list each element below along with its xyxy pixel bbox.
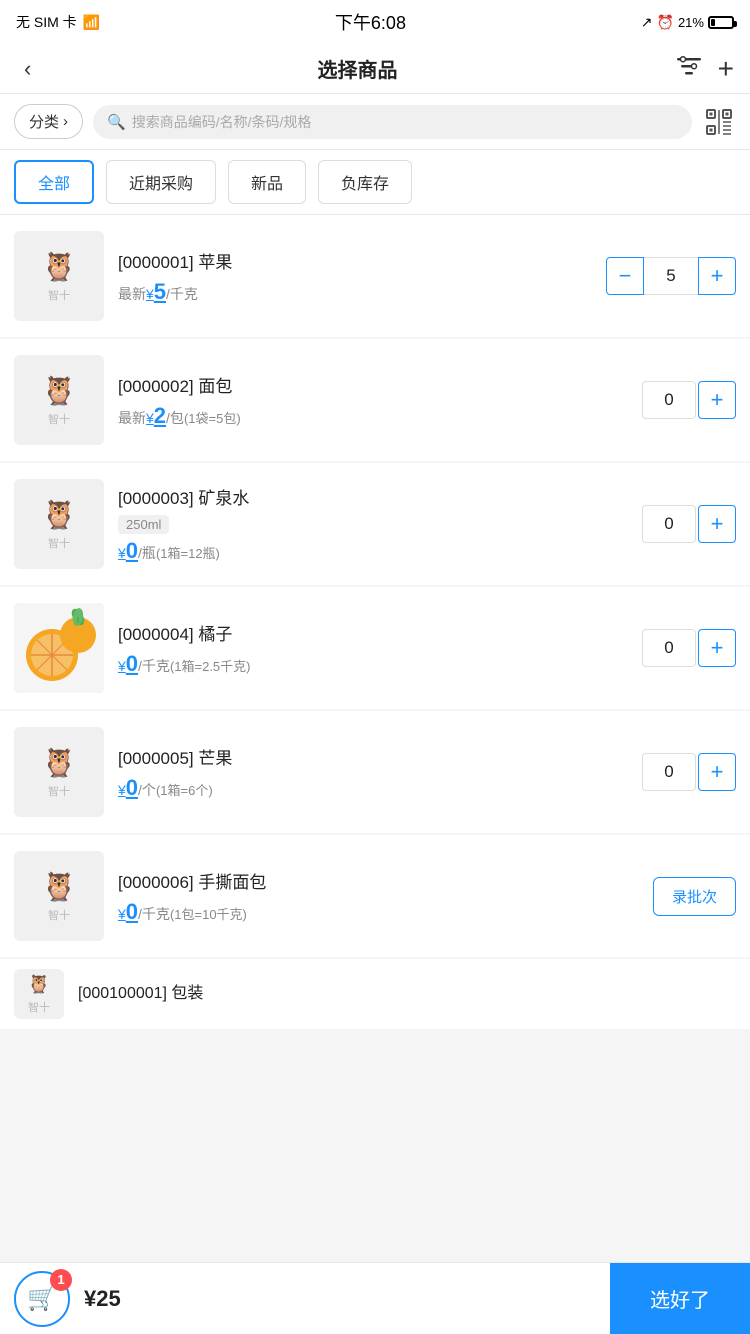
product-info: [0000001] 苹果 最新 ¥ 5 /千克 <box>118 248 592 305</box>
placeholder-icon: 🦉 <box>42 746 77 779</box>
product-thumbnail: 🦉 智十 <box>14 231 104 321</box>
product-name: [0000001] 苹果 <box>118 248 592 273</box>
quantity-input[interactable] <box>642 753 696 791</box>
quantity-increase-button[interactable]: + <box>698 629 736 667</box>
quantity-control: − + <box>606 257 736 295</box>
scan-icon[interactable] <box>702 105 736 139</box>
quantity-increase-button[interactable]: + <box>698 257 736 295</box>
product-thumbnail: 🦉 智十 <box>14 969 64 1019</box>
product-thumbnail <box>14 603 104 693</box>
quantity-control: 录批次 <box>653 877 736 916</box>
quantity-input[interactable] <box>644 257 698 295</box>
tab-bar: 全部 近期采购 新品 负库存 <box>0 150 750 215</box>
quantity-increase-button[interactable]: + <box>698 505 736 543</box>
product-name: [0000004] 橘子 <box>118 620 628 645</box>
product-thumbnail: 🦉 智十 <box>14 479 104 569</box>
product-thumbnail: 🦉 智十 <box>14 355 104 445</box>
status-bar: 无 SIM 卡 📶 下午6:08 ↗ ⏰ 21% <box>0 0 750 44</box>
product-info: [0000006] 手撕面包 ¥ 0 /千克 (1包=10千克) <box>118 868 639 925</box>
product-name: [0000003] 矿泉水 <box>118 484 628 509</box>
category-button[interactable]: 分类 › <box>14 104 83 139</box>
list-item: 🦉 智十 [0000005] 芒果 ¥ 0 /个 (1箱=6个) + <box>0 711 750 833</box>
quantity-control: + <box>642 629 736 667</box>
product-info: [0000003] 矿泉水 250ml ¥ 0 /瓶 (1箱=12瓶) <box>118 484 628 564</box>
product-price: ¥ 0 /千克 (1包=10千克) <box>118 899 639 925</box>
product-spec: 250ml <box>118 515 169 534</box>
quantity-input[interactable] <box>642 505 696 543</box>
status-right: ↗ ⏰ 21% <box>641 14 734 31</box>
product-price: 最新 ¥ 2 /包 (1袋=5包) <box>118 403 628 429</box>
placeholder-icon: 🦉 <box>42 870 77 903</box>
chevron-right-icon: › <box>63 113 68 130</box>
product-name: [000100001] 包装 <box>78 979 736 1003</box>
alarm-icon: ⏰ <box>657 14 674 31</box>
tab-new[interactable]: 新品 <box>228 160 306 204</box>
product-price: 最新 ¥ 5 /千克 <box>118 279 592 305</box>
search-input-wrap[interactable]: 🔍 搜索商品编码/名称/条码/规格 <box>93 105 692 139</box>
status-carrier: 无 SIM 卡 📶 <box>16 12 100 32</box>
product-price: ¥ 0 /个 (1箱=6个) <box>118 775 628 801</box>
list-item: 🦉 智十 [0000002] 面包 最新 ¥ 2 /包 (1袋=5包) + <box>0 339 750 461</box>
nav-bar: ‹ 选择商品 + <box>0 44 750 94</box>
placeholder-icon: 🦉 <box>42 498 77 531</box>
product-name: [0000006] 手撕面包 <box>118 868 639 893</box>
product-info: [0000005] 芒果 ¥ 0 /个 (1箱=6个) <box>118 744 628 801</box>
product-info: [0000004] 橘子 ¥ 0 /千克 (1箱=2.5千克) <box>118 620 628 677</box>
product-info: [0000002] 面包 最新 ¥ 2 /包 (1袋=5包) <box>118 372 628 429</box>
wifi-icon: 📶 <box>83 14 100 31</box>
product-thumbnail: 🦉 智十 <box>14 727 104 817</box>
list-item: [0000004] 橘子 ¥ 0 /千克 (1箱=2.5千克) + <box>0 587 750 709</box>
quantity-increase-button[interactable]: + <box>698 753 736 791</box>
filter-bar: 分类 › 🔍 搜索商品编码/名称/条码/规格 <box>0 94 750 150</box>
quantity-control: + <box>642 381 736 419</box>
nav-actions: + <box>676 55 734 83</box>
batch-record-button[interactable]: 录批次 <box>653 877 736 916</box>
total-price: ¥25 <box>84 1286 610 1312</box>
tab-all[interactable]: 全部 <box>14 160 94 204</box>
back-button[interactable]: ‹ <box>16 48 39 90</box>
quantity-control: + <box>642 753 736 791</box>
quantity-control: + <box>642 505 736 543</box>
search-input[interactable]: 搜索商品编码/名称/条码/规格 <box>132 112 312 132</box>
product-price: ¥ 0 /瓶 (1箱=12瓶) <box>118 538 628 564</box>
bottom-bar: 🛒 1 ¥25 选好了 <box>0 1262 750 1334</box>
cart-button[interactable]: 🛒 1 <box>14 1271 70 1327</box>
status-time: 下午6:08 <box>335 9 406 35</box>
quantity-input[interactable] <box>642 629 696 667</box>
quantity-input[interactable] <box>642 381 696 419</box>
product-list: 🦉 智十 [0000001] 苹果 最新 ¥ 5 /千克 − + 🦉 智十 <box>0 215 750 1029</box>
battery-icon <box>708 16 734 29</box>
confirm-button[interactable]: 选好了 <box>610 1263 750 1334</box>
product-info: [000100001] 包装 <box>78 979 736 1009</box>
list-item: 🦉 智十 [0000006] 手撕面包 ¥ 0 /千克 (1包=10千克) 录批… <box>0 835 750 957</box>
list-item: 🦉 智十 [000100001] 包装 <box>0 959 750 1029</box>
placeholder-icon: 🦉 <box>42 374 77 407</box>
search-icon: 🔍 <box>107 113 126 131</box>
location-icon: ↗ <box>641 14 653 31</box>
list-item: 🦉 智十 [0000003] 矿泉水 250ml ¥ 0 /瓶 (1箱=12瓶)… <box>0 463 750 585</box>
page-title: 选择商品 <box>317 54 397 83</box>
list-item: 🦉 智十 [0000001] 苹果 最新 ¥ 5 /千克 − + <box>0 215 750 337</box>
tab-recent[interactable]: 近期采购 <box>106 160 216 204</box>
add-button[interactable]: + <box>718 55 734 83</box>
quantity-decrease-button[interactable]: − <box>606 257 644 295</box>
product-price: ¥ 0 /千克 (1箱=2.5千克) <box>118 651 628 677</box>
product-thumbnail: 🦉 智十 <box>14 851 104 941</box>
cart-icon: 🛒 <box>27 1284 57 1313</box>
filter-icon[interactable] <box>676 55 702 83</box>
placeholder-icon: 🦉 <box>42 250 77 283</box>
cart-badge: 1 <box>50 1269 72 1291</box>
placeholder-icon: 🦉 <box>28 974 50 995</box>
product-name: [0000005] 芒果 <box>118 744 628 769</box>
tab-negative[interactable]: 负库存 <box>318 160 412 204</box>
product-name: [0000002] 面包 <box>118 372 628 397</box>
quantity-increase-button[interactable]: + <box>698 381 736 419</box>
